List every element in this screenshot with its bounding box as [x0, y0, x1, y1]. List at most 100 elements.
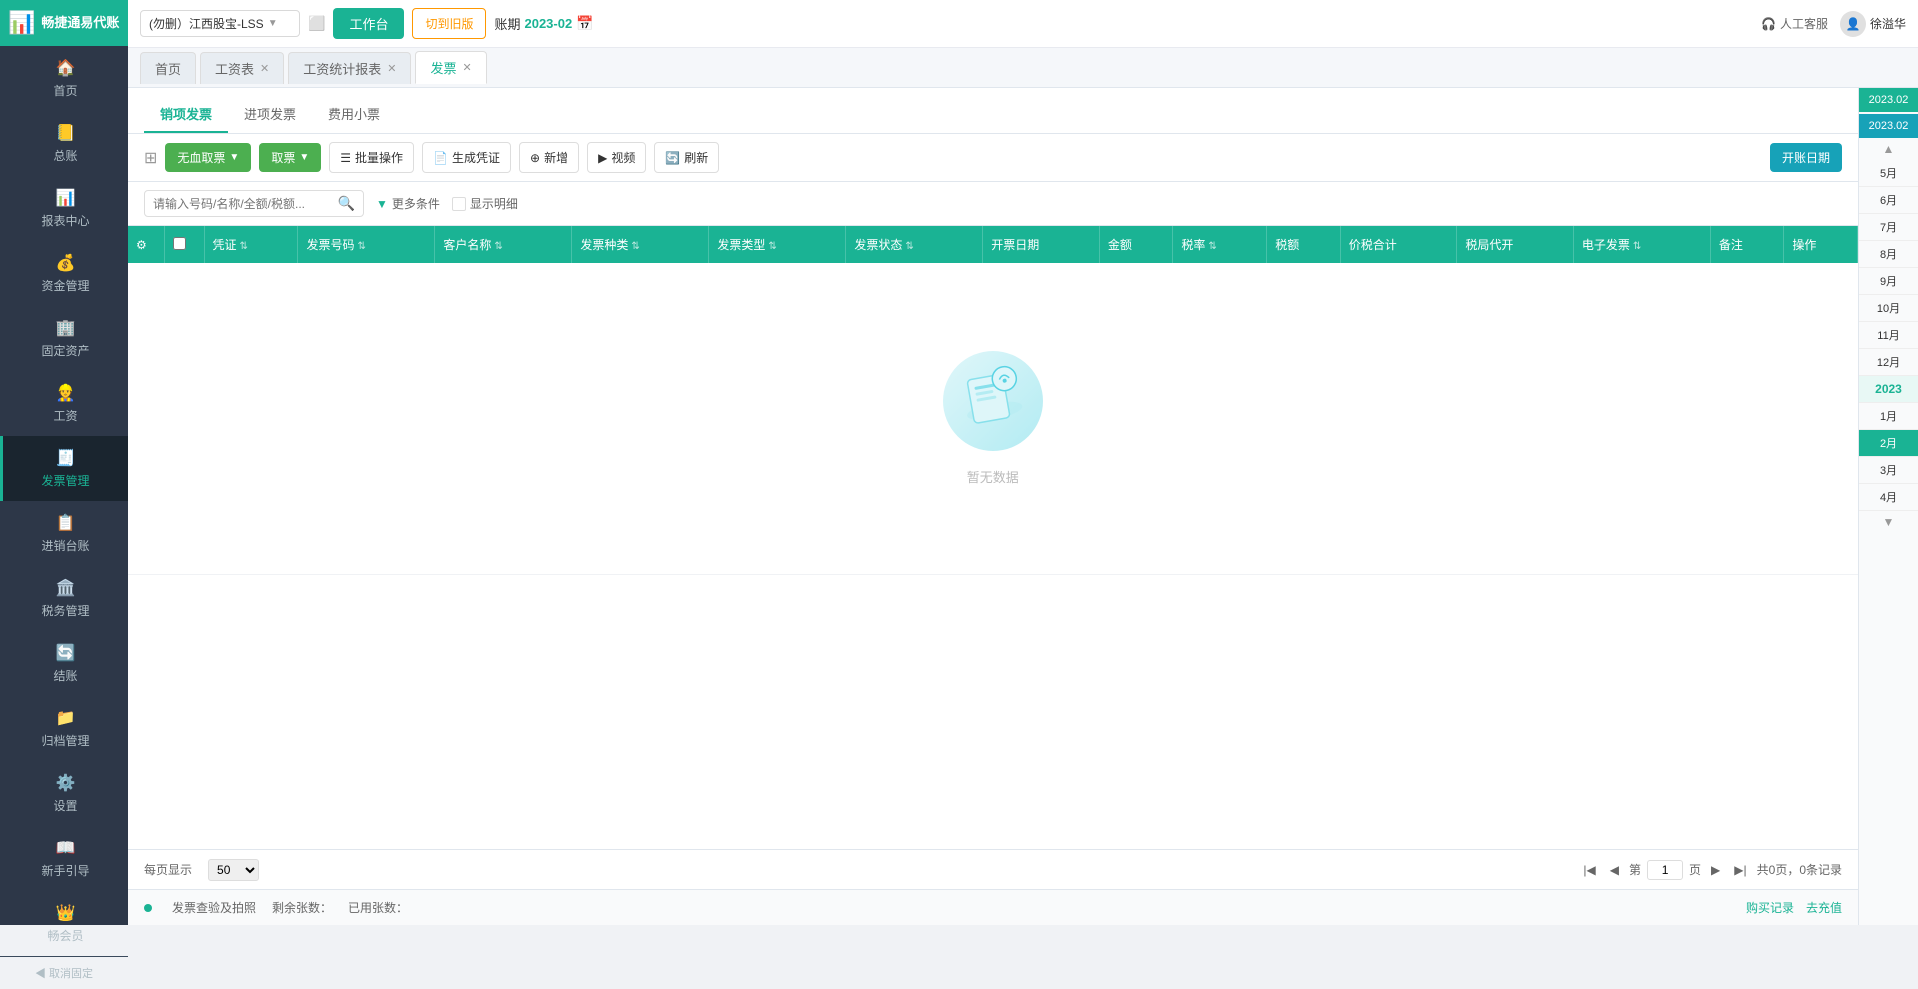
tab-home[interactable]: 首页 [140, 52, 196, 84]
old-version-button[interactable]: 切到旧版 [412, 8, 486, 39]
sidebar-item-sales-ledger[interactable]: 📋 进销台账 [0, 501, 128, 566]
per-page-select[interactable]: 50 100 200 [208, 859, 259, 881]
tax-button[interactable]: 取票 ▼ [259, 143, 321, 172]
new-button[interactable]: ⊕ 新增 [519, 142, 579, 173]
company-selector[interactable]: (勿删）江西股宝-LSS ▼ [140, 10, 300, 37]
date-month-6[interactable]: 6月 [1859, 187, 1918, 214]
sort-icon[interactable]: ⇅ [494, 241, 502, 252]
batch-op-button[interactable]: ☰ 批量操作 [329, 142, 414, 173]
date-up-arrow[interactable]: ▲ [1859, 138, 1918, 160]
refresh-icon: 🔄 [665, 151, 680, 165]
date-month-10[interactable]: 10月 [1859, 295, 1918, 322]
video-button[interactable]: ▶ 视频 [587, 142, 646, 173]
gen-voucher-button[interactable]: 📄 生成凭证 [422, 142, 511, 173]
date-month-4[interactable]: 4月 [1859, 484, 1918, 511]
date-month-9[interactable]: 9月 [1859, 268, 1918, 295]
date-month-12[interactable]: 12月 [1859, 349, 1918, 376]
filter-button[interactable]: ▼ 更多条件 [376, 195, 440, 212]
th-invoice-no: 发票号码⇅ [298, 226, 435, 263]
subtab-expense[interactable]: 费用小票 [312, 96, 396, 133]
date-month-3[interactable]: 3月 [1859, 457, 1918, 484]
th-invoice-type: 发票种类⇅ [572, 226, 709, 263]
sort-icon[interactable]: ⇅ [1208, 241, 1216, 252]
show-detail-toggle[interactable]: 显示明细 [452, 195, 518, 212]
date-month-8[interactable]: 8月 [1859, 241, 1918, 268]
tab-payroll-stat-close[interactable]: ✕ [387, 62, 396, 75]
sort-icon[interactable]: ⇅ [631, 241, 639, 252]
sidebar-item-guide[interactable]: 📖 新手引导 [0, 826, 128, 891]
recharge-link[interactable]: 去充值 [1806, 899, 1842, 916]
th-checkbox[interactable] [164, 226, 204, 263]
show-detail-checkbox[interactable] [452, 197, 466, 211]
sidebar-item-tax[interactable]: 🏛️ 税务管理 [0, 566, 128, 631]
tab-payroll-label: 工资表 [215, 59, 254, 78]
sidebar-item-ledger[interactable]: 📒 总账 [0, 111, 128, 176]
sort-icon[interactable]: ⇅ [768, 241, 776, 252]
subtab-purchase[interactable]: 进项发票 [228, 96, 312, 133]
sidebar-pin-toggle[interactable]: ◀ 取消固定 [0, 957, 128, 989]
per-page-label: 每页显示 [144, 861, 192, 878]
next-page-button[interactable]: ▶ [1707, 861, 1724, 879]
tab-payroll-stat[interactable]: 工资统计报表 ✕ [288, 52, 411, 84]
empty-illustration [946, 351, 1040, 451]
search-input[interactable] [153, 197, 332, 211]
th-remark: 备注 [1710, 226, 1784, 263]
date-month-11[interactable]: 11月 [1859, 322, 1918, 349]
sidebar-item-reports[interactable]: 📊 报表中心 [0, 176, 128, 241]
settings-icon: ⚙️ [56, 773, 76, 793]
open-period-button[interactable]: 开账日期 [1770, 143, 1842, 172]
sidebar-item-home[interactable]: 🏠 首页 [0, 46, 128, 111]
tab-invoice-close[interactable]: ✕ [463, 61, 472, 74]
select-all-checkbox[interactable] [173, 237, 186, 250]
tab-invoice[interactable]: 发票 ✕ [415, 51, 486, 84]
date-year-2023[interactable]: 2023 [1859, 376, 1918, 403]
first-page-button[interactable]: |◀ [1579, 861, 1599, 879]
search-icon[interactable]: 🔍 [338, 195, 355, 212]
sidebar-item-funds[interactable]: 💰 资金管理 [0, 241, 128, 306]
th-tax: 税额 [1267, 226, 1341, 263]
sidebar-item-fixed-assets[interactable]: 🏢 固定资产 [0, 306, 128, 371]
copy-icon[interactable]: ⬜ [308, 15, 325, 32]
subtab-sales[interactable]: 销项发票 [144, 96, 228, 133]
th-tax-bureau: 税局代开 [1457, 226, 1574, 263]
workspace-button[interactable]: 工作台 [333, 8, 404, 39]
topbar: (勿删）江西股宝-LSS ▼ ⬜ 工作台 切到旧版 账期 2023-02 📅 🎧… [128, 0, 1918, 48]
refresh-button[interactable]: 🔄 刷新 [654, 142, 719, 173]
date-panel-header-1[interactable]: 2023.02 [1859, 88, 1918, 112]
new-icon: ⊕ [530, 151, 540, 165]
date-down-arrow[interactable]: ▼ [1859, 511, 1918, 533]
last-page-button[interactable]: ▶| [1730, 861, 1750, 879]
prev-page-button[interactable]: ◀ [1606, 861, 1623, 879]
gen-voucher-icon: 📄 [433, 151, 448, 165]
date-month-2[interactable]: 2月 [1859, 430, 1918, 457]
th-invoice-status: 发票状态⇅ [846, 226, 983, 263]
date-month-1[interactable]: 1月 [1859, 403, 1918, 430]
th-tax-rate: 税率⇅ [1173, 226, 1267, 263]
tab-payroll-close[interactable]: ✕ [260, 62, 269, 75]
tab-payroll[interactable]: 工资表 ✕ [200, 52, 284, 84]
date-panel-header-2[interactable]: 2023.02 [1859, 114, 1918, 138]
service-button[interactable]: 🎧 人工客服 [1761, 15, 1828, 32]
page-input[interactable] [1647, 860, 1683, 880]
no-tax-button[interactable]: 无血取票 ▼ [165, 143, 251, 172]
sidebar-item-archive[interactable]: 📁 归档管理 [0, 696, 128, 761]
sort-icon[interactable]: ⇅ [357, 241, 365, 252]
purchase-record-link[interactable]: 购买记录 [1746, 899, 1794, 916]
sidebar-item-settings[interactable]: ⚙️ 设置 [0, 761, 128, 826]
grid-config-icon[interactable]: ⊞ [144, 148, 157, 168]
date-month-7[interactable]: 7月 [1859, 214, 1918, 241]
chevron-down-icon: ▼ [268, 18, 278, 29]
period-calendar-icon[interactable]: 📅 [576, 15, 593, 32]
sort-icon[interactable]: ⇅ [1633, 241, 1641, 252]
date-month-5[interactable]: 5月 [1859, 160, 1918, 187]
sidebar-item-payroll[interactable]: 👷 工资 [0, 371, 128, 436]
th-setting[interactable]: ⚙ [128, 226, 164, 263]
sort-icon[interactable]: ⇅ [905, 241, 913, 252]
sidebar-item-close[interactable]: 🔄 结账 [0, 631, 128, 696]
page-total: 共0页，0条记录 [1757, 861, 1842, 878]
sidebar-item-invoice[interactable]: 🧾 发票管理 [0, 436, 128, 501]
pagination-bar: 每页显示 50 100 200 |◀ ◀ 第 页 ▶ ▶| 共0页， [128, 849, 1858, 889]
sidebar-item-member[interactable]: 👑 畅会员 [0, 891, 128, 956]
user-info[interactable]: 👤 徐溢华 [1840, 11, 1906, 37]
sort-icon[interactable]: ⇅ [240, 241, 248, 252]
